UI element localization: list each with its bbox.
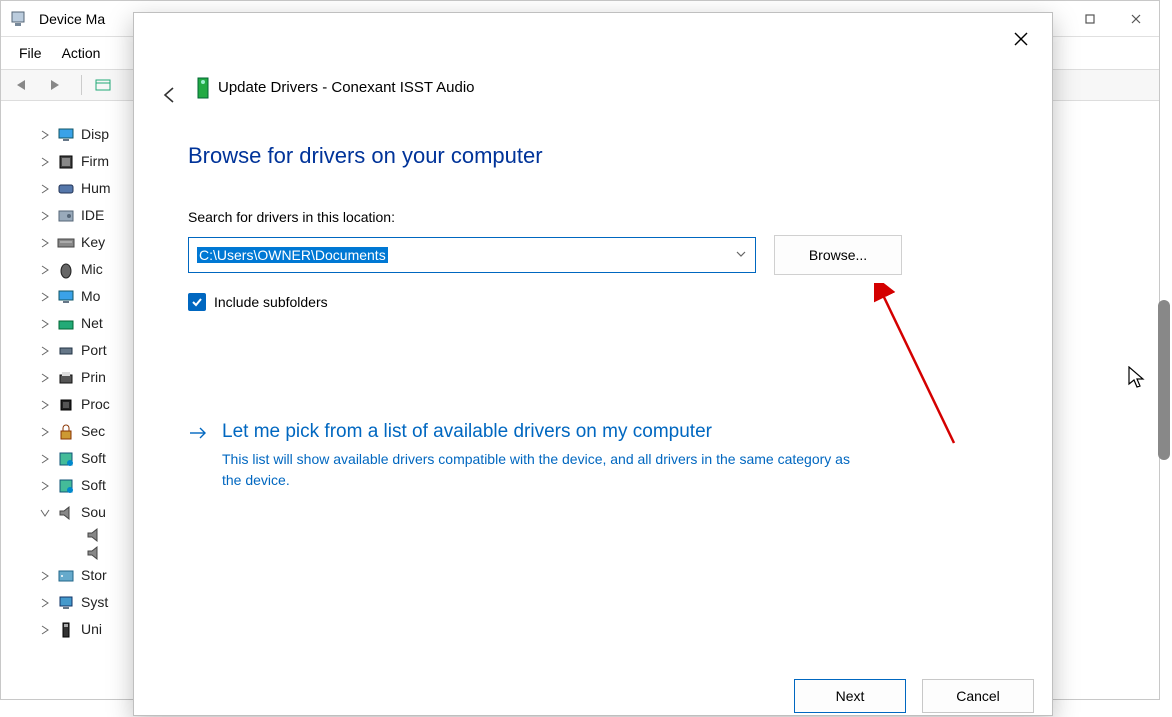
tree-item-label: Stor — [81, 562, 107, 589]
chevron-right-icon[interactable] — [39, 480, 51, 492]
component-icon — [57, 477, 75, 495]
nav-back-icon[interactable] — [7, 73, 37, 97]
dm-title: Device Ma — [39, 11, 105, 27]
show-hide-tree-icon[interactable] — [88, 73, 118, 97]
update-drivers-dialog: Update Drivers - Conexant ISST Audio Bro… — [133, 12, 1053, 716]
cpu-icon — [57, 396, 75, 414]
chevron-right-icon[interactable] — [39, 210, 51, 222]
network-icon — [57, 315, 75, 333]
dialog-close-button[interactable] — [1000, 23, 1042, 55]
component-icon — [57, 450, 75, 468]
maximize-button[interactable] — [1067, 1, 1113, 37]
chevron-right-icon[interactable] — [39, 183, 51, 195]
tree-item-label: Port — [81, 337, 107, 364]
chevron-right-icon[interactable] — [39, 624, 51, 636]
chevron-right-icon[interactable] — [39, 426, 51, 438]
browse-button[interactable]: Browse... — [774, 235, 902, 275]
chevron-right-icon[interactable] — [39, 453, 51, 465]
monitor-icon — [57, 288, 75, 306]
hid-icon — [57, 180, 75, 198]
lock-icon — [57, 423, 75, 441]
toolbar-separator — [81, 75, 82, 95]
include-subfolders-checkbox[interactable] — [188, 293, 206, 311]
tree-item-label: Net — [81, 310, 103, 337]
dialog-heading: Browse for drivers on your computer — [188, 143, 998, 169]
tree-item-label: Soft — [81, 472, 106, 499]
tree-item-label: IDE — [81, 202, 104, 229]
scrollbar-thumb[interactable] — [1158, 300, 1170, 460]
tree-item-label: Mo — [81, 283, 100, 310]
computer-icon — [57, 594, 75, 612]
port-icon — [57, 342, 75, 360]
dialog-title: Update Drivers - Conexant ISST Audio — [218, 79, 475, 96]
search-location-label: Search for drivers in this location: — [188, 209, 998, 225]
arrow-right-icon — [188, 421, 208, 491]
tree-item-label: Syst — [81, 589, 108, 616]
speaker-icon — [85, 544, 103, 562]
tree-item-label: Uni — [81, 616, 102, 643]
tree-item-label: Hum — [81, 175, 111, 202]
chevron-right-icon[interactable] — [39, 399, 51, 411]
tree-item-label: Key — [81, 229, 105, 256]
drive-icon — [57, 207, 75, 225]
path-combobox[interactable]: C:\Users\OWNER\Documents — [188, 237, 756, 273]
monitor-icon — [57, 126, 75, 144]
chevron-right-icon[interactable] — [39, 597, 51, 609]
dialog-back-button[interactable] — [152, 77, 188, 113]
chevron-right-icon[interactable] — [39, 372, 51, 384]
tree-item-label: Firm — [81, 148, 109, 175]
chevron-right-icon[interactable] — [39, 129, 51, 141]
close-button[interactable] — [1113, 1, 1159, 37]
storage-icon — [57, 567, 75, 585]
nav-forward-icon[interactable] — [41, 73, 71, 97]
keyboard-icon — [57, 234, 75, 252]
chevron-down-icon[interactable] — [39, 507, 51, 519]
menu-file[interactable]: File — [9, 45, 52, 61]
chevron-right-icon[interactable] — [39, 291, 51, 303]
tree-item-label: Sec — [81, 418, 105, 445]
speaker-icon — [85, 526, 103, 544]
tree-item-label: Mic — [81, 256, 103, 283]
pick-from-list-title: Let me pick from a list of available dri… — [222, 421, 862, 443]
chevron-down-icon[interactable] — [735, 247, 747, 263]
tree-item-label: Disp — [81, 121, 109, 148]
chevron-right-icon[interactable] — [39, 570, 51, 582]
tree-item-label: Soft — [81, 445, 106, 472]
usb-icon — [57, 621, 75, 639]
speaker-icon — [57, 504, 75, 522]
chevron-right-icon[interactable] — [39, 318, 51, 330]
tree-item-label: Proc — [81, 391, 110, 418]
menu-action[interactable]: Action — [52, 45, 111, 61]
path-value: C:\Users\OWNER\Documents — [197, 247, 388, 263]
include-subfolders-label: Include subfolders — [214, 294, 328, 310]
next-button[interactable]: Next — [794, 679, 906, 713]
pick-from-list-description: This list will show available drivers co… — [222, 449, 862, 491]
tree-item-label: Prin — [81, 364, 106, 391]
device-icon — [192, 77, 214, 99]
mouse-icon — [57, 261, 75, 279]
chevron-right-icon[interactable] — [39, 345, 51, 357]
chevron-right-icon[interactable] — [39, 156, 51, 168]
chevron-right-icon[interactable] — [39, 237, 51, 249]
cancel-button[interactable]: Cancel — [922, 679, 1034, 713]
pick-from-list-option[interactable]: Let me pick from a list of available dri… — [188, 421, 998, 491]
chip-icon — [57, 153, 75, 171]
printer-icon — [57, 369, 75, 387]
computer-icon — [7, 8, 29, 30]
tree-item-label: Sou — [81, 499, 106, 526]
chevron-right-icon[interactable] — [39, 264, 51, 276]
